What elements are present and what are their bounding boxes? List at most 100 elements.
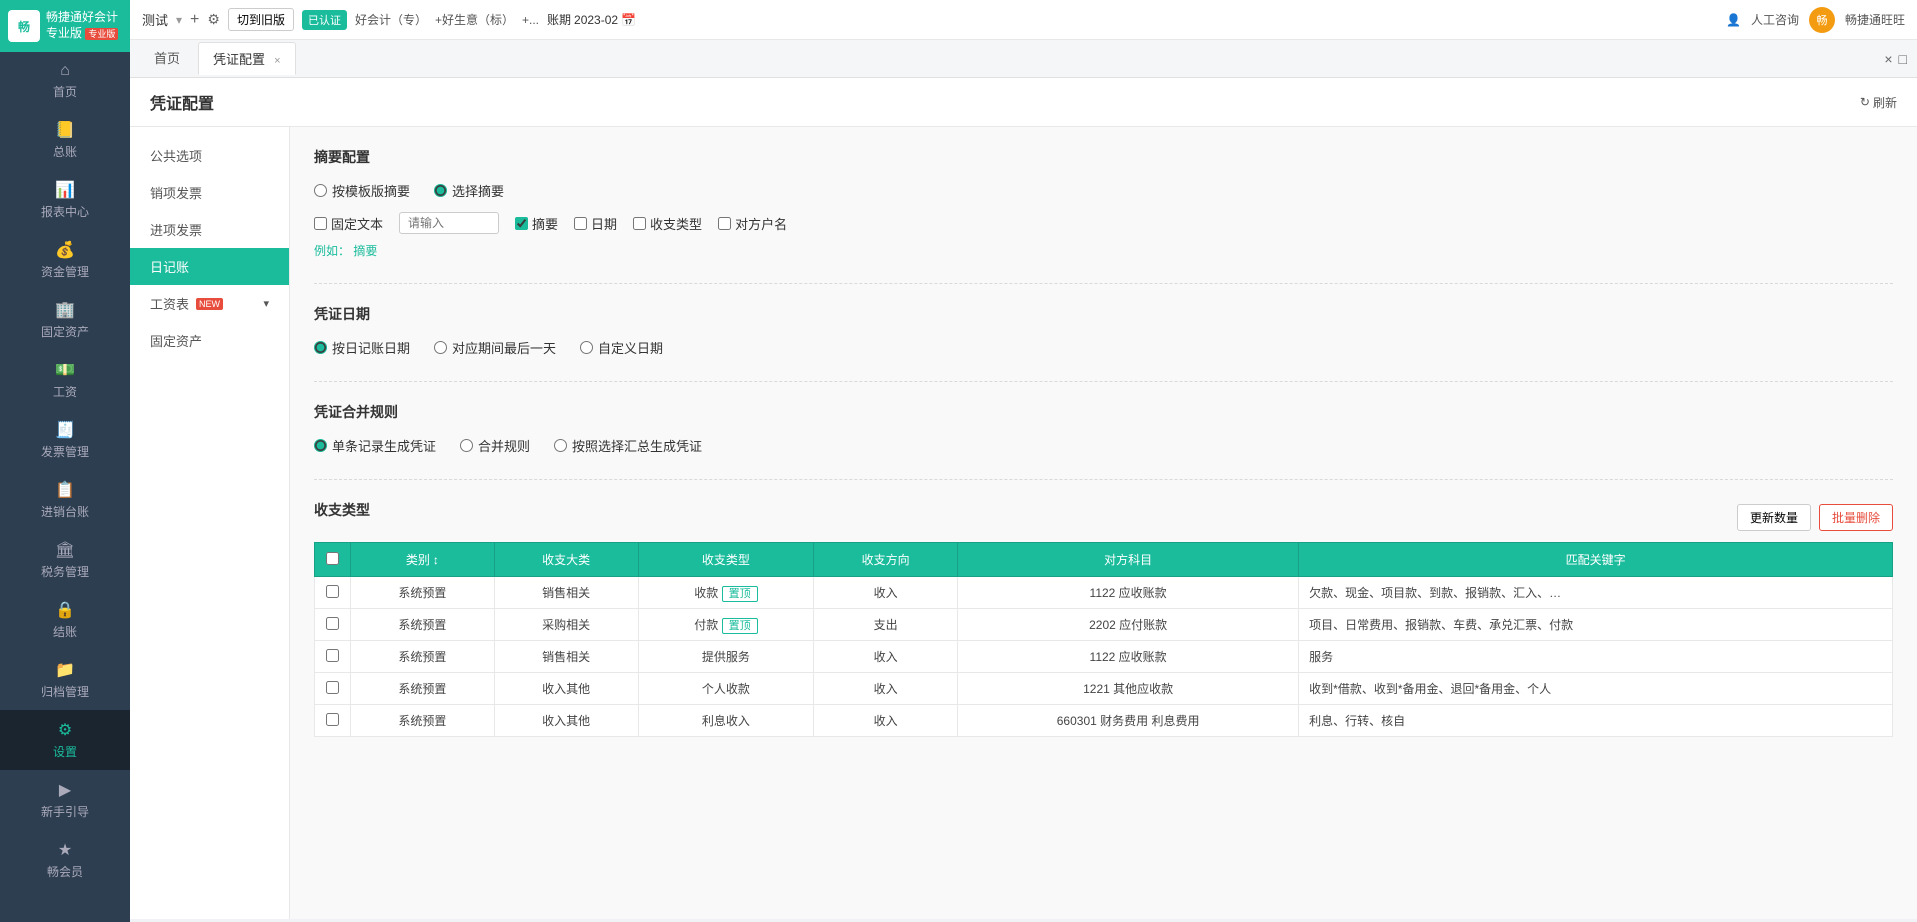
row-check-input-4[interactable] [326,713,339,726]
tab-voucher-config[interactable]: 凭证配置 × [198,42,296,75]
right-content: 摘要配置 按模板版摘要 选择摘要 [290,127,1917,919]
selected-total-radio[interactable]: 按照选择汇总生成凭证 [554,436,702,455]
row-check-input-0[interactable] [326,585,339,598]
custom-date-radio[interactable]: 自定义日期 [580,338,663,357]
left-nav-item-fixed-assets[interactable]: 固定资产 [130,322,289,359]
summary-radio-template[interactable]: 按模板版摘要 [314,181,410,200]
service-label[interactable]: 人工咨询 [1751,11,1799,28]
row-account-1: 2202 应付账款 [958,609,1299,641]
row-typename-1: 付款 置顶 [638,609,814,641]
left-nav-item-journal[interactable]: 日记账 [130,248,289,285]
left-nav-item-payroll[interactable]: 工资表NEW▾ [130,285,289,322]
sidebar-item-purchase[interactable]: 📋进销台账 [0,470,130,530]
sidebar-item-wizard[interactable]: ▶新手引导 [0,770,130,830]
voucher-date-title: 凭证日期 [314,304,1893,324]
row-checkbox-2 [315,641,351,673]
tabs-bar: 首页凭证配置 × × □ [130,40,1917,78]
selected-total-radio-input[interactable] [554,439,567,452]
row-account-3: 1221 其他应收款 [958,673,1299,705]
sidebar-item-close[interactable]: 🔒结账 [0,590,130,650]
row-typename-4: 利息收入 [638,705,814,737]
th-type: 类别 ↕ [351,543,495,577]
tab-close-voucher-config[interactable]: × [271,55,280,67]
dropdown-arrow-icon[interactable]: ▾ [176,13,182,27]
sidebar-item-member[interactable]: ★畅会员 [0,830,130,890]
page-title: 凭证配置 [150,90,214,114]
summary-checkbox[interactable]: 摘要 [515,214,558,233]
sidebar-item-tax[interactable]: 🏛税务管理 [0,530,130,590]
switch-version-button[interactable]: 切到旧版 [228,8,294,31]
summary-radio-template-input[interactable] [314,184,327,197]
row-type-2: 系统预置 [351,641,495,673]
row-check-input-3[interactable] [326,681,339,694]
row-direction-2: 收入 [814,641,958,673]
fixed-text-field[interactable] [399,212,499,234]
table-row: 系统预置 销售相关 提供服务 收入 1122 应收账款 服务 [315,641,1893,673]
top-badge-1[interactable]: 置顶 [722,618,758,634]
select-all-checkbox[interactable] [326,552,339,565]
period-last-radio[interactable]: 对应期间最后一天 [434,338,556,357]
journal-date-radio-input[interactable] [314,341,327,354]
row-typename-2: 提供服务 [638,641,814,673]
merge-rule-radio-input[interactable] [460,439,473,452]
left-nav-item-public[interactable]: 公共选项 [130,137,289,174]
logo-text2: 专业版 专业版 [46,26,118,42]
left-nav-label-public: 公共选项 [150,146,202,165]
sidebar-item-assets[interactable]: 🏢固定资产 [0,290,130,350]
sidebar-item-funds[interactable]: 💰资金管理 [0,230,130,290]
row-category-1: 采购相关 [494,609,638,641]
left-nav-item-purchase-invoice[interactable]: 进项发票 [130,211,289,248]
refresh-button[interactable]: ↻ 刷新 [1860,94,1897,111]
row-check-input-2[interactable] [326,649,339,662]
sort-icon[interactable]: ↕ [433,553,439,567]
period-display: 账期 2023-02 📅 [547,11,636,28]
topbar-right: 👤 人工咨询 畅 畅捷通旺旺 [1726,7,1905,33]
close-icon: 🔒 [55,600,75,620]
sidebar-item-reports[interactable]: 📊报表中心 [0,170,130,230]
sidebar-label-ledger: 总账 [53,143,77,160]
sidebar-item-salary[interactable]: 💵工资 [0,350,130,410]
merge-rule-radio[interactable]: 合并规则 [460,436,530,455]
table-row: 系统预置 采购相关 付款 置顶 支出 2202 应付账款 项目、日常费用、报销款… [315,609,1893,641]
wizard-icon: ▶ [59,780,71,800]
calendar-icon[interactable]: 📅 [621,13,636,27]
income-type-checkbox[interactable]: 收支类型 [633,214,702,233]
row-typename-3: 个人收款 [638,673,814,705]
counterpart-checkbox[interactable]: 对方户名 [718,214,787,233]
custom-date-radio-input[interactable] [580,341,593,354]
sidebar-item-invoice[interactable]: 🧾发票管理 [0,410,130,470]
home-icon: ⌂ [60,62,70,80]
tab-home[interactable]: 首页 [140,42,194,75]
income-expense-title: 收支类型 [314,500,370,520]
left-nav-item-sales-invoice[interactable]: 销项发票 [130,174,289,211]
new-badge-payroll: NEW [196,298,223,310]
sidebar-item-home[interactable]: ⌂首页 [0,52,130,110]
summary-radio-select-input[interactable] [434,184,447,197]
fixed-text-checkbox[interactable]: 固定文本 [314,214,383,233]
gear-icon[interactable]: ⚙ [207,11,220,28]
top-badge-0[interactable]: 置顶 [722,586,758,602]
journal-date-radio[interactable]: 按日记账日期 [314,338,410,357]
fixed-text-input[interactable] [314,217,327,230]
topbar: 测试 ▾ + ⚙ 切到旧版 已认证 好会计（专） +好生意（标） +... 账期… [130,0,1917,40]
row-check-input-1[interactable] [326,617,339,630]
counterpart-checkbox-input[interactable] [718,217,731,230]
sidebar-item-archive[interactable]: 📁归档管理 [0,650,130,710]
single-record-radio[interactable]: 单条记录生成凭证 [314,436,436,455]
inner-layout: 公共选项销项发票进项发票日记账工资表NEW▾固定资产 摘要配置 按模板版摘要 选… [130,127,1917,919]
sidebar-items: ⌂首页📒总账📊报表中心💰资金管理🏢固定资产💵工资🧾发票管理📋进销台账🏛税务管理🔒… [0,52,130,890]
date-checkbox[interactable]: 日期 [574,214,617,233]
window-expand-icon[interactable]: □ [1899,51,1907,67]
period-last-radio-input[interactable] [434,341,447,354]
batch-delete-button[interactable]: 批量删除 [1819,504,1893,531]
sidebar-item-settings[interactable]: ⚙设置 [0,710,130,770]
update-count-button[interactable]: 更新数量 [1737,504,1811,531]
window-close-icon[interactable]: × [1884,51,1892,67]
income-type-checkbox-input[interactable] [633,217,646,230]
add-icon[interactable]: + [190,11,199,29]
sidebar-item-ledger[interactable]: 📒总账 [0,110,130,170]
date-checkbox-input[interactable] [574,217,587,230]
summary-checkbox-input[interactable] [515,217,528,230]
single-record-radio-input[interactable] [314,439,327,452]
summary-radio-select[interactable]: 选择摘要 [434,181,504,200]
